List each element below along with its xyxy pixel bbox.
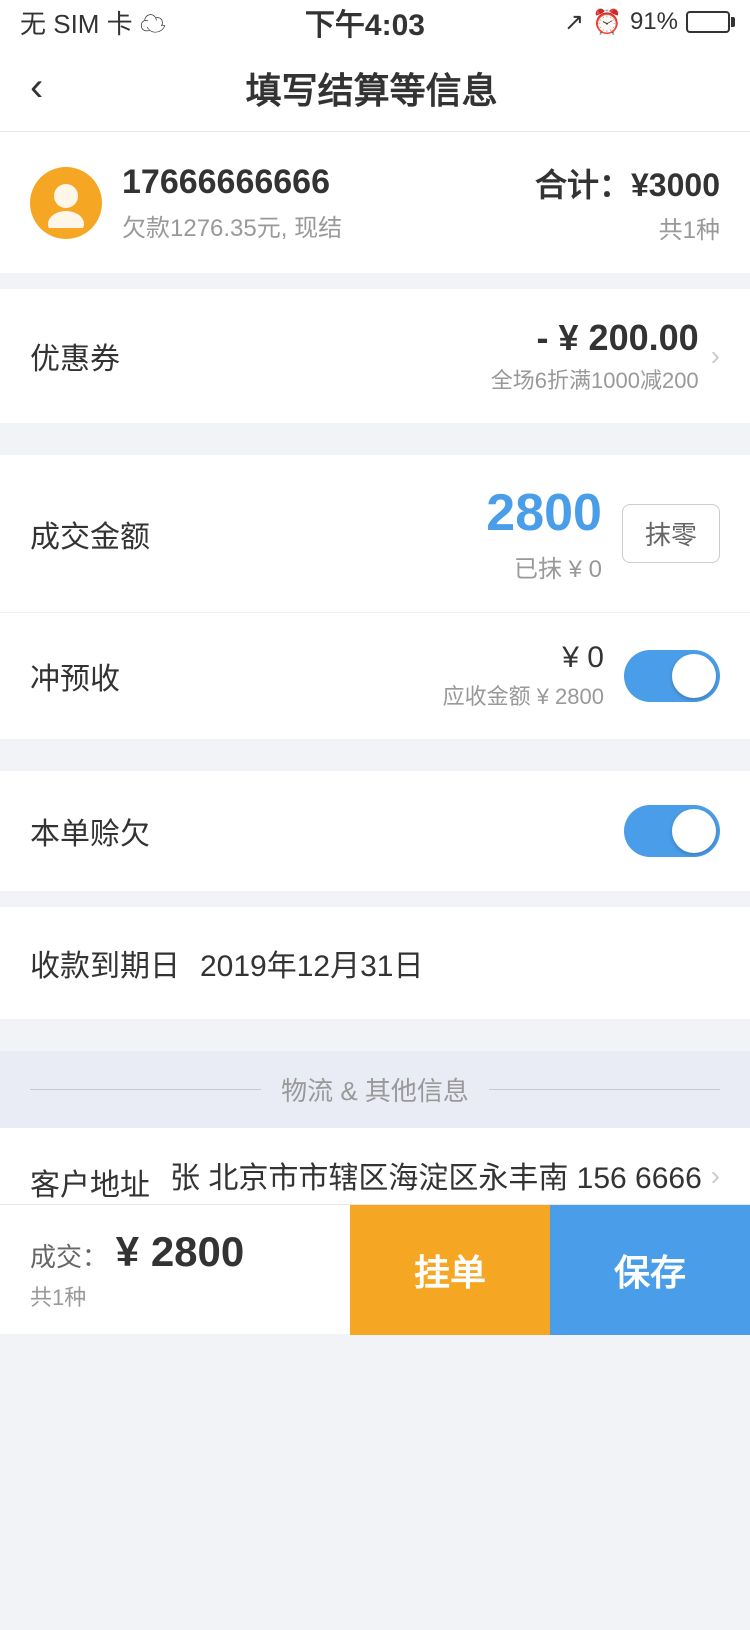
logistics-label: 物流 & 其他信息	[281, 1071, 469, 1108]
coupon-desc: 全场6折满1000减200	[491, 363, 699, 395]
bottom-summary: 成交： ¥ 2800 共1种	[0, 1228, 350, 1312]
due-date-section: 收款到期日 2019年12月31日	[0, 907, 750, 1019]
main-content: 17666666666 欠款1276.35元, 现结 合计：¥3000 共1种 …	[0, 132, 750, 1630]
customer-left: 17666666666 欠款1276.35元, 现结	[30, 163, 342, 243]
address-label: 客户地址	[30, 1160, 150, 1204]
customer-debt: 欠款1276.35元, 现结	[122, 208, 342, 243]
divider-1	[0, 439, 750, 455]
divider-3	[0, 891, 750, 907]
deal-amount-row: 成交金额 2800 已抹 ¥ 0 抹零	[0, 455, 750, 613]
prepay-amount: ¥ 0	[443, 641, 604, 675]
due-date-value: 2019年12月31日	[200, 941, 423, 985]
customer-card: 17666666666 欠款1276.35元, 现结 合计：¥3000 共1种	[0, 132, 750, 273]
coupon-amount: - ¥ 200.00	[491, 317, 699, 359]
back-button[interactable]: ‹	[30, 65, 43, 110]
page-title: 填写结算等信息	[63, 62, 680, 114]
prepay-row: 冲预收 ¥ 0 应收金额 ¥ 2800	[0, 613, 750, 739]
deal-amount-right: 2800 已抹 ¥ 0 抹零	[486, 483, 720, 584]
no-sim-text: 无 SIM 卡 ☁	[20, 4, 166, 41]
coupon-chevron-icon: ›	[711, 340, 720, 372]
save-button[interactable]: 保存	[550, 1205, 750, 1335]
hang-order-button[interactable]: 挂单	[350, 1205, 550, 1335]
divider-4	[0, 1035, 750, 1051]
alarm-icon: ⏰	[592, 8, 622, 37]
deal-section: 成交金额 2800 已抹 ¥ 0 抹零 冲预收 ¥ 0 应收金额 ¥ 2800	[0, 455, 750, 739]
customer-info: 17666666666 欠款1276.35元, 现结	[122, 163, 342, 243]
round-zero-button[interactable]: 抹零	[622, 504, 720, 563]
due-date-label: 收款到期日	[30, 941, 180, 985]
coupon-right: - ¥ 200.00 全场6折满1000减200 ›	[491, 317, 720, 395]
prepay-label: 冲预收	[30, 654, 120, 698]
credit-row: 本单赊欠	[0, 771, 750, 891]
nav-bar: ‹ 填写结算等信息	[0, 44, 750, 132]
divider-line-left	[30, 1089, 261, 1090]
signal-icon: ↗	[564, 8, 584, 37]
divider-2	[0, 755, 750, 771]
credit-toggle-knob	[672, 809, 716, 853]
prepay-note: 应收金额 ¥ 2800	[443, 679, 604, 711]
deal-amount-label: 成交金额	[30, 512, 150, 556]
bottom-bar: 成交： ¥ 2800 共1种 挂单 保存	[0, 1204, 750, 1334]
customer-phone: 17666666666	[122, 163, 342, 202]
prepay-toggle[interactable]	[624, 650, 720, 702]
toggle-knob	[672, 654, 716, 698]
status-bar: 无 SIM 卡 ☁ 下午4:03 ↗ ⏰ 91%	[0, 0, 750, 44]
address-chevron-icon: ›	[711, 1160, 720, 1192]
total-count: 共1种	[535, 210, 720, 245]
avatar	[30, 167, 102, 239]
prepay-right: ¥ 0 应收金额 ¥ 2800	[443, 641, 720, 711]
status-time: 下午4:03	[305, 0, 425, 44]
battery-text: 91%	[630, 8, 678, 36]
total-amount: 合计：¥3000	[535, 160, 720, 206]
coupon-row[interactable]: 优惠券 - ¥ 200.00 全场6折满1000减200 ›	[0, 289, 750, 423]
bottom-amount: ¥ 2800	[116, 1228, 244, 1275]
bottom-count: 共1种	[30, 1280, 320, 1312]
deal-amount-value: 2800	[486, 483, 602, 543]
bottom-deal-label: 成交：	[30, 1242, 108, 1272]
credit-toggle[interactable]	[624, 805, 720, 857]
divider-line-right	[489, 1089, 720, 1090]
credit-label: 本单赊欠	[30, 809, 150, 853]
avatar-icon	[41, 178, 91, 228]
already-rounded-text: 已抹 ¥ 0	[486, 549, 602, 584]
bottom-deal-row: 成交： ¥ 2800	[30, 1228, 320, 1276]
logistics-divider: 物流 & 其他信息	[0, 1051, 750, 1128]
battery-icon	[686, 11, 730, 33]
status-left: 无 SIM 卡 ☁	[20, 4, 166, 41]
coupon-label: 优惠券	[30, 334, 120, 378]
status-right: ↗ ⏰ 91%	[564, 8, 730, 37]
customer-right: 合计：¥3000 共1种	[535, 160, 720, 245]
